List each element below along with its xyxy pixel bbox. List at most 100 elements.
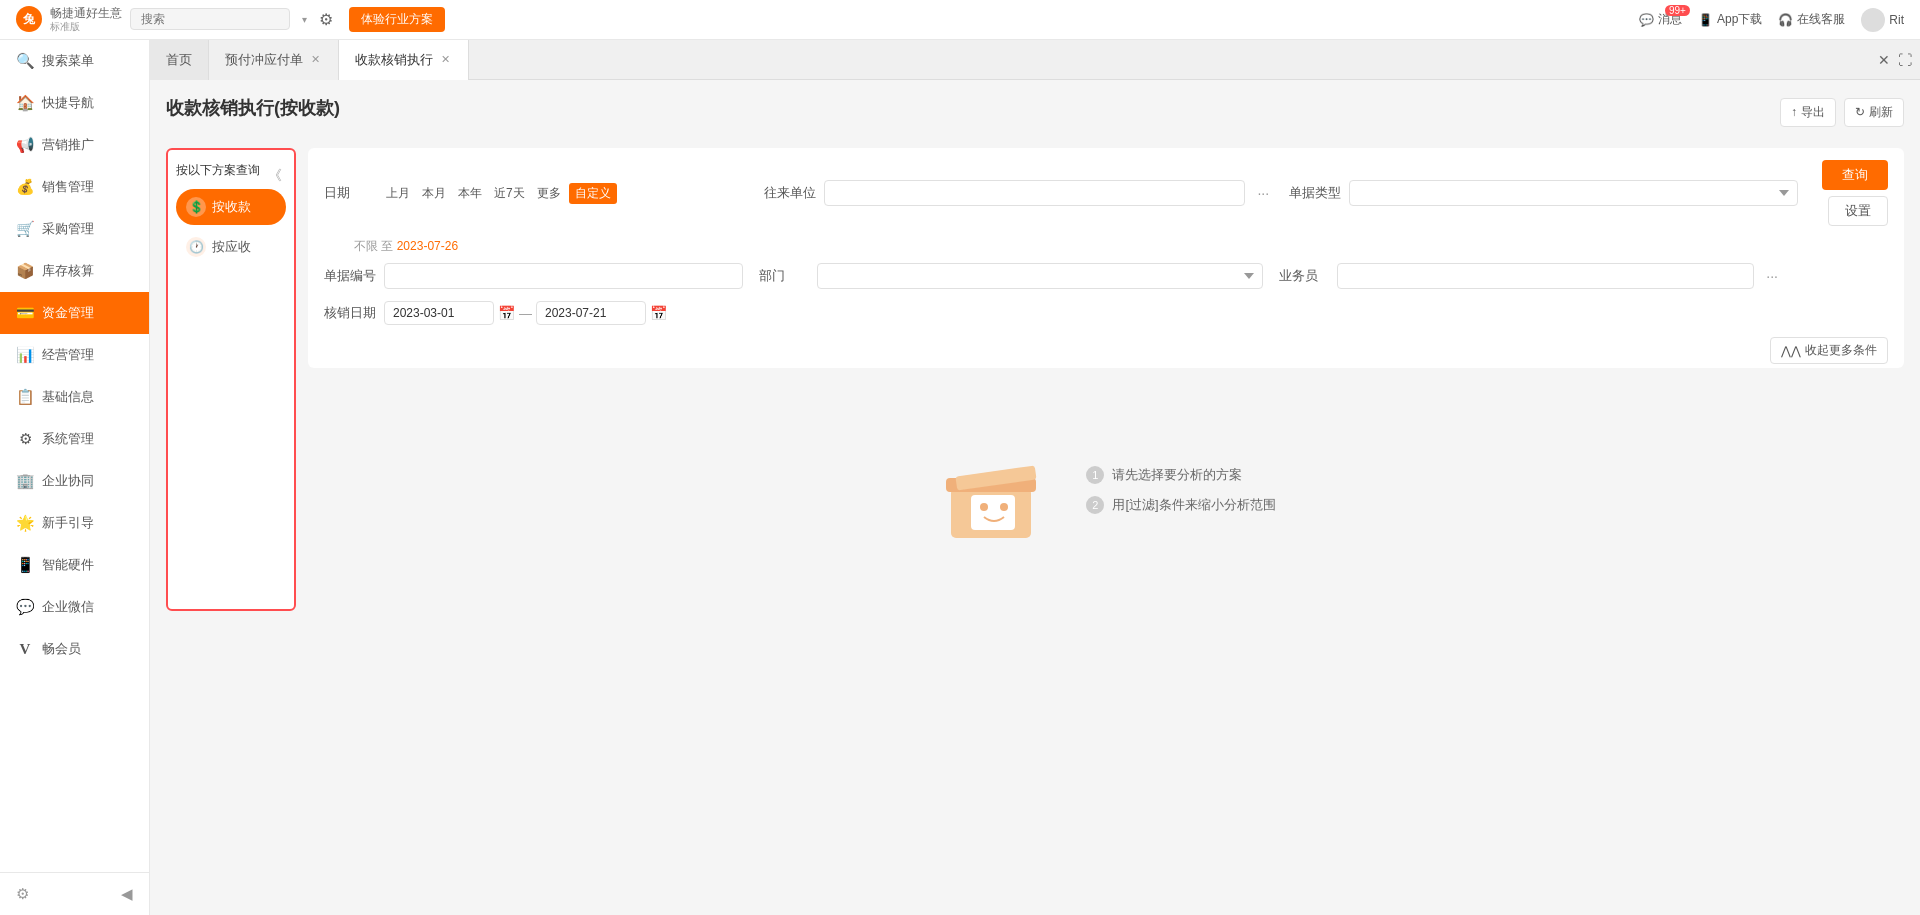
counterparty-ellipsis[interactable]: ···: [1253, 185, 1273, 201]
refresh-button[interactable]: ↻ 刷新: [1844, 98, 1904, 127]
tab-maximize-button[interactable]: ⛶: [1898, 52, 1912, 68]
collapse-up-icon: ⋀⋀: [1781, 344, 1801, 358]
search-menu-icon: 🔍: [16, 52, 34, 70]
tab-home[interactable]: 首页: [150, 40, 209, 80]
sidebar-item-sales[interactable]: 💰 销售管理: [0, 166, 149, 208]
query-button[interactable]: 查询: [1822, 160, 1888, 190]
sidebar-item-label: 智能硬件: [42, 556, 94, 574]
top-search-input[interactable]: [130, 8, 290, 30]
settings-icon[interactable]: ⚙: [16, 885, 29, 903]
filter-option-by-receivable[interactable]: 🕐 按应收: [176, 229, 286, 265]
department-select[interactable]: [817, 263, 1262, 289]
sidebar-item-guide[interactable]: 🌟 新手引导: [0, 502, 149, 544]
tab-receive[interactable]: 收款核销执行 ✕: [339, 40, 469, 80]
filter-option-receivable-label: 按应收: [212, 238, 251, 256]
tab-actions: ✕ ⛶: [1870, 52, 1920, 68]
counterparty-label: 往来单位: [764, 184, 816, 202]
sidebar-item-label: 采购管理: [42, 220, 94, 238]
counterparty-input[interactable]: [824, 180, 1245, 206]
tab-prepay-close[interactable]: ✕: [309, 51, 322, 68]
filter-option-receipt-label: 按收款: [212, 198, 251, 216]
department-label: 部门: [759, 267, 809, 285]
user-info[interactable]: Rit: [1861, 8, 1904, 32]
collapse-conditions-button[interactable]: ⋀⋀ 收起更多条件: [1770, 337, 1888, 364]
sidebar-item-system[interactable]: ⚙ 系统管理: [0, 418, 149, 460]
chevron-down-icon[interactable]: ▾: [302, 14, 307, 25]
empty-state: 1 请先选择要分析的方案 2 用[过滤]条件来缩小分析范围: [308, 368, 1904, 611]
sidebar: 🔍 搜索菜单 🏠 快捷导航 📢 营销推广 💰 销售管理 🛒 采购管理 📦: [0, 40, 150, 915]
top-bar: 兔 畅捷通好生意 标准版 ▾ ⚙ 体验行业方案 💬 消息 99+ 📱 App下载…: [0, 0, 1920, 40]
date-btn-custom[interactable]: 自定义: [569, 183, 617, 204]
tab-close-button[interactable]: ✕: [1878, 52, 1890, 68]
export-icon: ↑: [1791, 105, 1797, 119]
sales-icon: 💰: [16, 178, 34, 196]
sidebar-item-hardware[interactable]: 📱 智能硬件: [0, 544, 149, 586]
filter-collapse-button[interactable]: 《: [264, 167, 286, 185]
sidebar-item-label: 企业微信: [42, 598, 94, 616]
date-btn-last-month[interactable]: 上月: [382, 183, 414, 204]
empty-hints: 1 请先选择要分析的方案 2 用[过滤]条件来缩小分析范围: [1086, 466, 1275, 514]
date-btn-7days[interactable]: 近7天: [490, 183, 529, 204]
date-label: 日期: [324, 184, 374, 202]
sidebar-item-search-menu[interactable]: 🔍 搜索菜单: [0, 40, 149, 82]
verify-date-end-input[interactable]: [536, 301, 646, 325]
sidebar-item-enterprise[interactable]: 🏢 企业协同: [0, 460, 149, 502]
hint-text-1: 请先选择要分析的方案: [1112, 466, 1242, 484]
empty-hint-1: 1 请先选择要分析的方案: [1086, 466, 1275, 484]
tab-prepay[interactable]: 预付冲应付单 ✕: [209, 40, 339, 80]
svg-point-5: [1000, 503, 1008, 511]
online-service-button[interactable]: 🎧 在线客服: [1778, 11, 1845, 28]
guide-icon: 🌟: [16, 514, 34, 532]
filter-option-by-receipt[interactable]: 💲 按收款: [176, 189, 286, 225]
tab-receive-close[interactable]: ✕: [439, 51, 452, 68]
staff-input[interactable]: [1337, 263, 1755, 289]
sidebar-item-wechat[interactable]: 💬 企业微信: [0, 586, 149, 628]
department-field: 部门: [759, 263, 1262, 289]
sidebar-item-marketing[interactable]: 📢 营销推广: [0, 124, 149, 166]
empty-hint-2: 2 用[过滤]条件来缩小分析范围: [1086, 496, 1275, 514]
export-button[interactable]: ↑ 导出: [1780, 98, 1836, 127]
date-to-text: 至: [381, 239, 396, 253]
sidebar-item-operations[interactable]: 📊 经营管理: [0, 334, 149, 376]
staff-ellipsis[interactable]: ···: [1762, 268, 1782, 284]
date-btn-more[interactable]: 更多: [533, 183, 565, 204]
calendar-end-icon[interactable]: 📅: [650, 305, 667, 321]
bill-no-input[interactable]: [384, 263, 743, 289]
home-icon: 🏠: [16, 94, 34, 112]
sidebar-item-label: 搜索菜单: [42, 52, 94, 70]
finance-icon: 💳: [16, 304, 34, 322]
brand-version: 标准版: [50, 21, 122, 33]
sidebar-item-label: 系统管理: [42, 430, 94, 448]
date-btn-this-month[interactable]: 本月: [418, 183, 450, 204]
sidebar-bottom: ⚙ ◀: [0, 872, 149, 915]
message-button[interactable]: 💬 消息 99+: [1639, 11, 1682, 28]
sidebar-menu: 🔍 搜索菜单 🏠 快捷导航 📢 营销推广 💰 销售管理 🛒 采购管理 📦: [0, 40, 149, 872]
content-area: 首页 预付冲应付单 ✕ 收款核销执行 ✕ ✕ ⛶ 收款核销执行(按收款): [150, 40, 1920, 915]
date-quick-buttons: 上月 本月 本年 近7天 更多 自定义: [382, 183, 617, 204]
bill-type-select[interactable]: [1349, 180, 1798, 206]
enterprise-icon: 🏢: [16, 472, 34, 490]
gear-button[interactable]: ⚙: [319, 10, 333, 29]
filter-sidebar-title: 按以下方案查询: [176, 162, 260, 179]
bill-no-field: 单据编号: [324, 263, 743, 289]
sidebar-item-finance[interactable]: 💳 资金管理: [0, 292, 149, 334]
sidebar-item-basic-info[interactable]: 📋 基础信息: [0, 376, 149, 418]
sidebar-item-vip[interactable]: V 畅会员: [0, 628, 149, 670]
sidebar-item-inventory[interactable]: 📦 库存核算: [0, 250, 149, 292]
sidebar-collapse-button[interactable]: ◀: [121, 885, 133, 903]
industry-button[interactable]: 体验行业方案: [349, 7, 445, 32]
sidebar-item-purchase[interactable]: 🛒 采购管理: [0, 208, 149, 250]
verify-date-start-input[interactable]: [384, 301, 494, 325]
settings-button[interactable]: 设置: [1828, 196, 1888, 226]
tab-receive-label: 收款核销执行: [355, 51, 433, 69]
tab-home-label: 首页: [166, 51, 192, 69]
date-btn-this-year[interactable]: 本年: [454, 183, 486, 204]
brand-logo: 兔: [16, 6, 42, 32]
form-actions: 查询 设置: [1822, 160, 1888, 226]
empty-illustration: [936, 428, 1056, 551]
calendar-start-icon[interactable]: 📅: [498, 305, 515, 321]
sidebar-item-quick-nav[interactable]: 🏠 快捷导航: [0, 82, 149, 124]
app-download-button[interactable]: 📱 App下载: [1698, 11, 1762, 28]
inventory-icon: 📦: [16, 262, 34, 280]
top-bar-right: 💬 消息 99+ 📱 App下载 🎧 在线客服 Rit: [1639, 8, 1904, 32]
